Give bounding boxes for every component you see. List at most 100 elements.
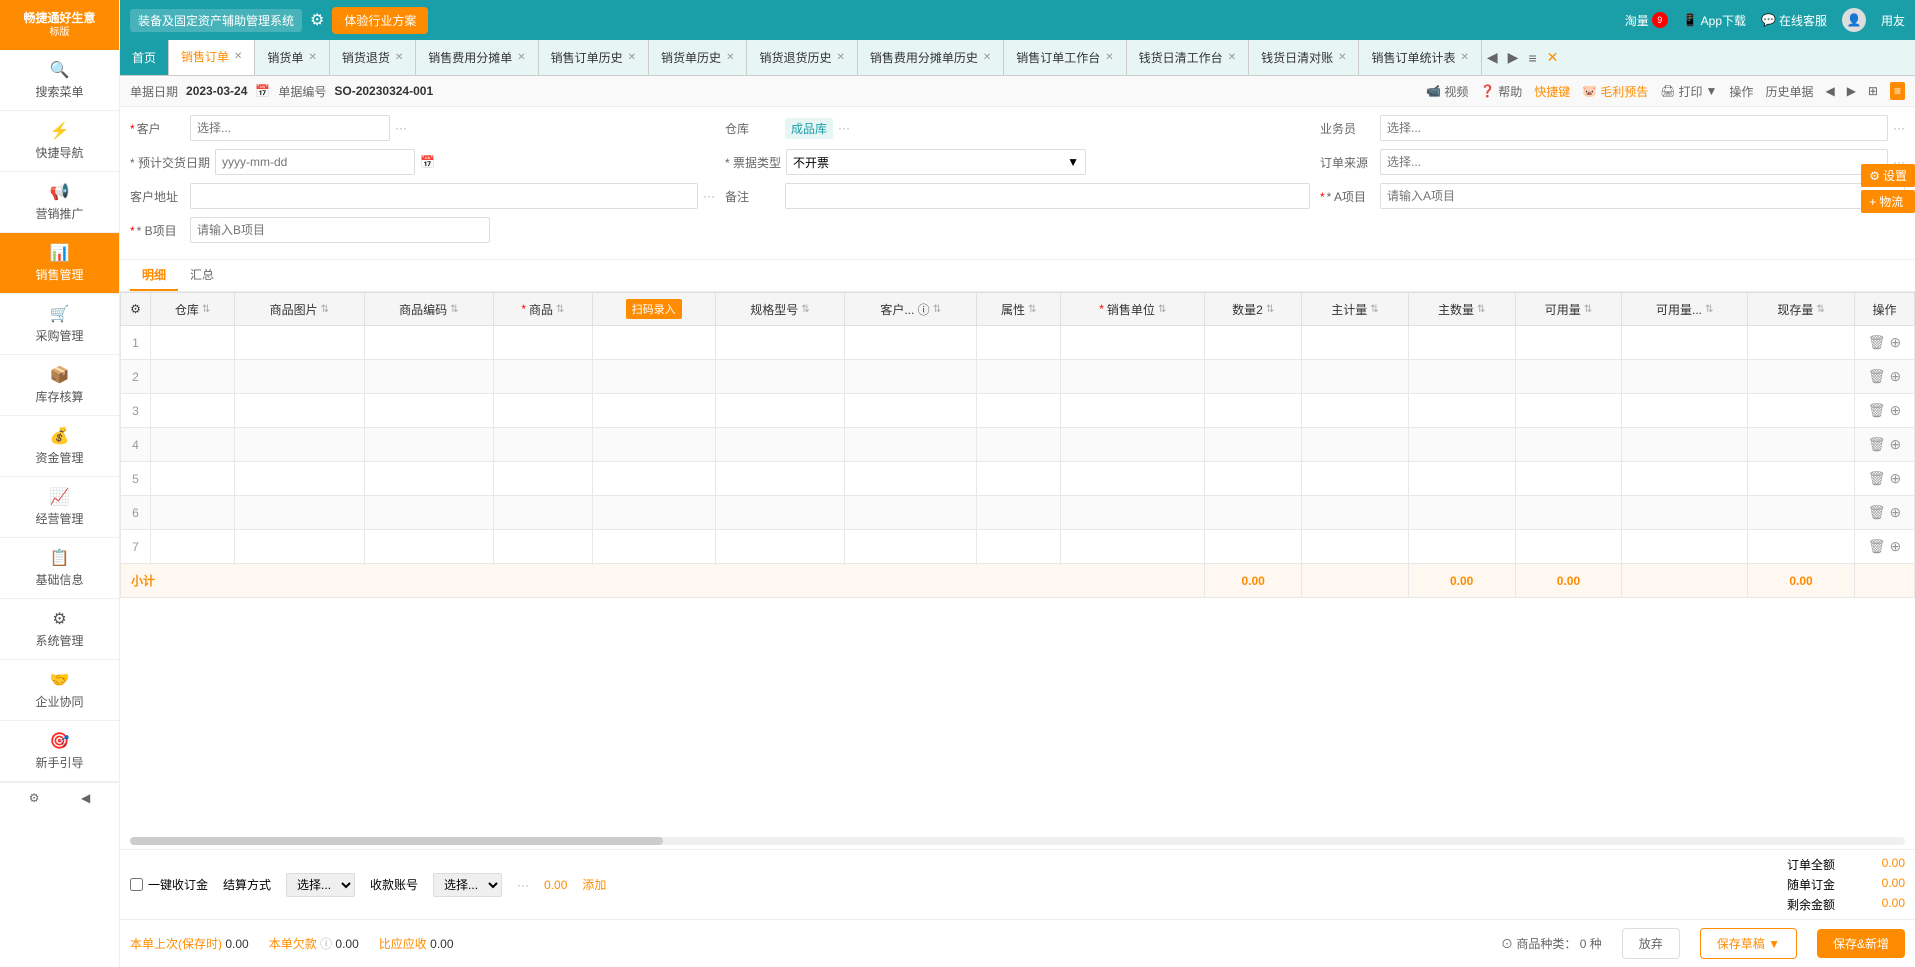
tab-close-return-history[interactable]: ✕: [836, 52, 844, 63]
row-7-stock[interactable]: [1748, 530, 1855, 564]
row-5-spec[interactable]: [715, 462, 845, 496]
row-7-attr[interactable]: [977, 530, 1061, 564]
row-7-customer-code[interactable]: [845, 530, 977, 564]
row-3-product-code[interactable]: [364, 394, 494, 428]
product-count-icon[interactable]: ⊙: [1501, 937, 1513, 951]
nav-prev-icon[interactable]: ◀: [1825, 84, 1834, 98]
col-product-code[interactable]: 商品编码 ⇅: [364, 293, 494, 326]
b-project-input[interactable]: [190, 217, 490, 243]
system-settings-icon[interactable]: ⚙: [310, 10, 324, 30]
sidebar-collapse-icon[interactable]: ◀: [81, 791, 90, 805]
tab-close-invoice-history[interactable]: ✕: [726, 52, 734, 63]
tab-daily-clear[interactable]: 钱货日清工作台 ✕: [1127, 40, 1249, 76]
row-4-spec[interactable]: [715, 428, 845, 462]
row-1-attr[interactable]: [977, 326, 1061, 360]
row-2-main-qty[interactable]: [1408, 360, 1515, 394]
scan-button[interactable]: 扫码录入: [626, 299, 682, 319]
col-product[interactable]: * 商品 ⇅: [494, 293, 593, 326]
row-3-qty2[interactable]: [1205, 394, 1302, 428]
row-6-copy-icon[interactable]: ⊕: [1890, 504, 1902, 521]
row-5-product-img[interactable]: [235, 462, 365, 496]
col-available2[interactable]: 可用量... ⇅: [1622, 293, 1748, 326]
row-7-available[interactable]: [1515, 530, 1622, 564]
col-settings[interactable]: ⚙: [121, 293, 151, 326]
tab-close-return[interactable]: ✕: [395, 52, 403, 63]
shortcut-btn[interactable]: 快捷键: [1534, 83, 1570, 100]
nav-next-icon[interactable]: ▶: [1847, 84, 1856, 98]
tab-summary[interactable]: 汇总: [178, 260, 226, 291]
row-3-product-img[interactable]: [235, 394, 365, 428]
operate-btn[interactable]: 操作: [1729, 83, 1753, 100]
sidebar-settings-icon[interactable]: ⚙: [29, 791, 40, 805]
row-2-qty2[interactable]: [1205, 360, 1302, 394]
row-6-available2[interactable]: [1622, 496, 1748, 530]
row-3-attr[interactable]: [977, 394, 1061, 428]
horizontal-scrollbar[interactable]: [130, 837, 1905, 845]
row-5-product[interactable]: [494, 462, 593, 496]
row-1-unit[interactable]: [1061, 326, 1205, 360]
delivery-calendar-icon[interactable]: 📅: [420, 155, 435, 169]
row-2-customer-code[interactable]: [845, 360, 977, 394]
tab-close-order-history[interactable]: ✕: [628, 52, 636, 63]
row-3-warehouse[interactable]: [151, 394, 235, 428]
row-4-warehouse[interactable]: [151, 428, 235, 462]
sidebar-item-inventory[interactable]: 📦 库存核算: [0, 355, 119, 416]
tab-order-history[interactable]: 销售订单历史 ✕: [539, 40, 649, 76]
tab-order-workspace[interactable]: 销售订单工作台 ✕: [1004, 40, 1126, 76]
sidebar-item-finance[interactable]: 💰 资金管理: [0, 416, 119, 477]
row-6-product-code[interactable]: [364, 496, 494, 530]
row-6-delete-icon[interactable]: 🗑: [1868, 504, 1886, 521]
row-1-copy-icon[interactable]: ⊕: [1890, 334, 1902, 351]
row-6-main-unit[interactable]: [1302, 496, 1409, 530]
help-btn[interactable]: ❓ 帮助: [1480, 83, 1522, 100]
salesperson-more-icon[interactable]: ···: [1893, 121, 1905, 135]
tab-stats[interactable]: 销售订单统计表 ✕: [1359, 40, 1481, 76]
notes-input[interactable]: [785, 183, 1310, 209]
row-7-product[interactable]: [494, 530, 593, 564]
row-3-main-unit[interactable]: [1302, 394, 1409, 428]
tab-home[interactable]: 首页: [120, 40, 169, 76]
row-7-copy-icon[interactable]: ⊕: [1890, 538, 1902, 555]
row-1-main-unit[interactable]: [1302, 326, 1409, 360]
one-click-checkbox[interactable]: [130, 878, 143, 891]
trial-button[interactable]: 体验行业方案: [332, 7, 428, 34]
row-7-main-qty[interactable]: [1408, 530, 1515, 564]
row-3-copy-icon[interactable]: ⊕: [1890, 402, 1902, 419]
row-6-customer-code[interactable]: [845, 496, 977, 530]
save-draft-button[interactable]: 保存草稿 ▼: [1700, 928, 1797, 959]
tab-close-invoice[interactable]: ✕: [308, 52, 316, 63]
tab-detail[interactable]: 明细: [130, 260, 178, 291]
row-5-delete-icon[interactable]: 🗑: [1868, 470, 1886, 487]
tab-close-fee-split[interactable]: ✕: [517, 52, 525, 63]
row-5-qty2[interactable]: [1205, 462, 1302, 496]
col-product-img[interactable]: 商品图片 ⇅: [235, 293, 365, 326]
sidebar-item-purchase[interactable]: 🛒 采购管理: [0, 294, 119, 355]
row-5-main-unit[interactable]: [1302, 462, 1409, 496]
col-warehouse[interactable]: 仓库 ⇅: [151, 293, 235, 326]
tab-return[interactable]: 销货退货 ✕: [330, 40, 416, 76]
row-3-delete-icon[interactable]: 🗑: [1868, 402, 1886, 419]
row-5-customer-code[interactable]: [845, 462, 977, 496]
row-2-copy-icon[interactable]: ⊕: [1890, 368, 1902, 385]
row-5-product-code[interactable]: [364, 462, 494, 496]
row-1-stock[interactable]: [1748, 326, 1855, 360]
row-2-available2[interactable]: [1622, 360, 1748, 394]
settle-select[interactable]: 选择...: [286, 873, 355, 897]
col-qty2[interactable]: 数量2 ⇅: [1205, 293, 1302, 326]
row-5-copy-icon[interactable]: ⊕: [1890, 470, 1902, 487]
tab-close-reconciliation[interactable]: ✕: [1338, 52, 1346, 63]
row-4-available[interactable]: [1515, 428, 1622, 462]
row-3-spec[interactable]: [715, 394, 845, 428]
history-btn[interactable]: 历史单据: [1765, 83, 1813, 100]
row-7-qty2[interactable]: [1205, 530, 1302, 564]
sidebar-item-enterprise[interactable]: 🤝 企业协同: [0, 660, 119, 721]
order-source-input[interactable]: [1380, 149, 1888, 175]
tab-fee-history[interactable]: 销售费用分摊单历史 ✕: [858, 40, 1004, 76]
sidebar-item-search[interactable]: 🔍 搜索菜单: [0, 50, 119, 111]
online-service-link[interactable]: 💬 在线客服: [1761, 12, 1827, 29]
row-2-product[interactable]: [494, 360, 593, 394]
row-6-stock[interactable]: [1748, 496, 1855, 530]
row-6-warehouse[interactable]: [151, 496, 235, 530]
grid-view-icon[interactable]: ⊞: [1868, 84, 1878, 98]
salesperson-input[interactable]: [1380, 115, 1888, 141]
